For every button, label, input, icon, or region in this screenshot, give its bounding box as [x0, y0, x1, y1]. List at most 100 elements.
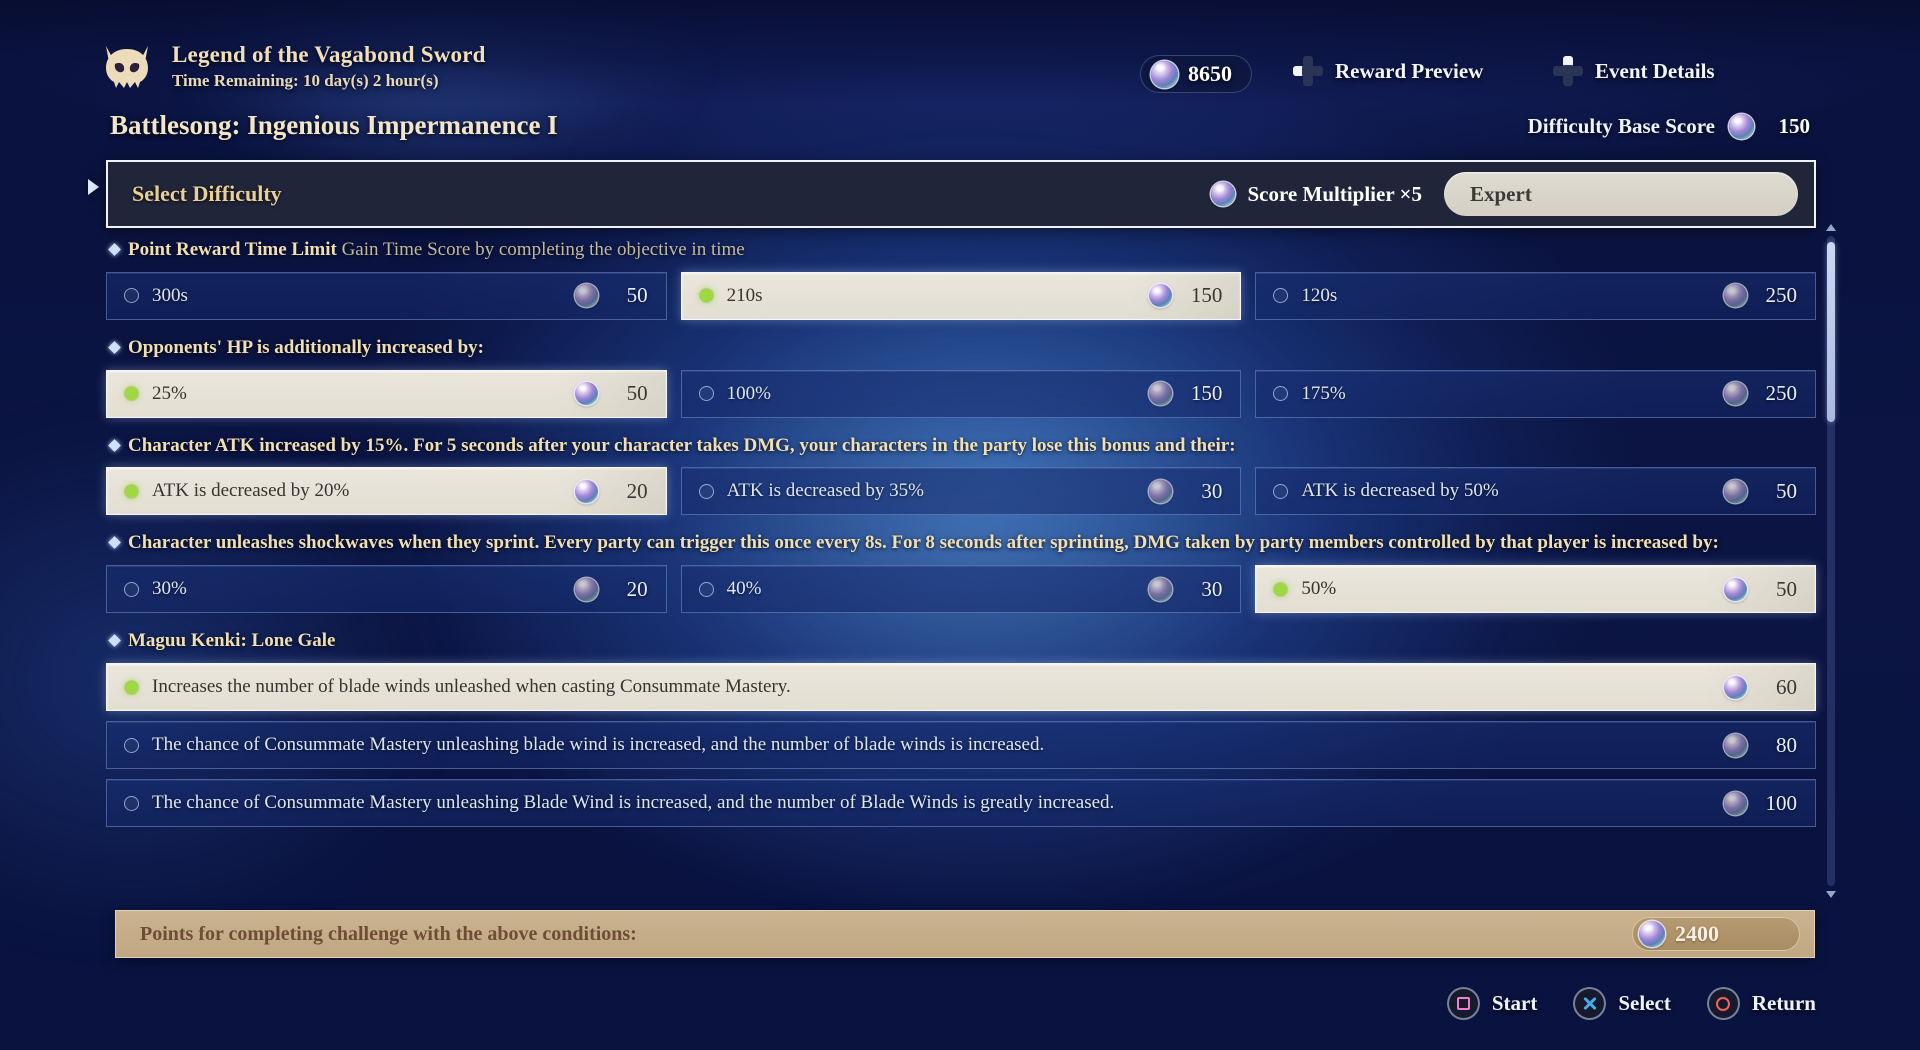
condition-option-label: ATK is decreased by 50% — [1301, 480, 1499, 502]
currency-amount: 8650 — [1188, 61, 1232, 86]
radio-unselected-icon[interactable] — [124, 288, 139, 304]
condition-option-score: 100 — [1724, 791, 1797, 816]
condition-option-row: 30% 20 40% 30 50% 50 — [106, 565, 1817, 614]
radio-unselected-icon[interactable] — [698, 483, 714, 499]
condition-heading-main: Opponents' HP is additionally increased … — [128, 336, 484, 358]
diamond-bullet-icon — [108, 340, 121, 354]
condition-option[interactable]: 175% 250 — [1255, 369, 1817, 418]
condition-option-score: 250 — [1724, 381, 1797, 406]
condition-option-score: 50 — [1704, 566, 1816, 613]
diamond-bullet-icon — [108, 634, 121, 648]
points-summary-label: Points for completing challenge with the… — [140, 922, 637, 945]
condition-option[interactable]: 40% 30 — [680, 565, 1242, 614]
dpad-left-icon — [1293, 56, 1323, 86]
radio-unselected-icon[interactable] — [1273, 386, 1289, 402]
condition-option[interactable]: ATK is decreased by 35% 30 — [680, 467, 1242, 516]
radio-unselected-icon[interactable] — [1273, 288, 1289, 304]
reward-preview-button[interactable]: Reward Preview — [1293, 56, 1483, 86]
circle-button-icon[interactable] — [1706, 987, 1740, 1020]
condition-option[interactable]: The chance of Consummate Mastery unleash… — [106, 721, 1816, 770]
score-orb-icon — [1149, 284, 1173, 308]
reward-preview-label: Reward Preview — [1335, 58, 1484, 83]
square-button-icon[interactable] — [1446, 987, 1480, 1020]
condition-option-label: Increases the number of blade winds unle… — [152, 676, 791, 698]
condition-option-label: 100% — [726, 382, 771, 404]
condition-heading: Point Reward Time Limit Gain Time Score … — [106, 232, 1766, 272]
radio-selected-icon[interactable] — [124, 483, 139, 499]
condition-option[interactable]: The chance of Consummate Mastery unleash… — [106, 779, 1816, 828]
event-time-remaining: Time Remaining: 10 day(s) 2 hour(s) — [172, 71, 439, 90]
action-start-button[interactable]: Start — [1446, 987, 1537, 1020]
score-orb-icon — [1211, 182, 1236, 206]
top-bar: Legend of the Vagabond Sword Time Remain… — [0, 0, 1920, 104]
radio-selected-icon[interactable] — [124, 386, 139, 402]
condition-option[interactable]: ATK is decreased by 20% 20 — [106, 467, 667, 516]
score-multiplier-label: Score Multiplier ×5 — [1247, 181, 1422, 206]
condition-option-score-value: 80 — [1776, 732, 1797, 757]
condition-option-label: ATK is decreased by 20% — [152, 480, 350, 502]
radio-unselected-icon[interactable] — [1273, 483, 1289, 499]
condition-option-label: The chance of Consummate Mastery unleash… — [152, 792, 1115, 814]
score-orb-icon — [574, 479, 598, 503]
difficulty-value-dropdown[interactable]: Expert — [1444, 172, 1798, 216]
condition-option[interactable]: 30% 20 — [106, 565, 667, 614]
condition-option-score-value: 20 — [626, 576, 648, 601]
condition-option-row: ATK is decreased by 20% 20 ATK is decrease… — [106, 467, 1817, 516]
radio-unselected-icon[interactable] — [698, 386, 714, 402]
condition-option-row: Increases the number of blade winds unle… — [106, 663, 1816, 828]
page-title: Battlesong: Ingenious Impermanence I — [110, 110, 558, 140]
score-orb-icon — [574, 382, 598, 406]
diamond-bullet-icon — [108, 243, 121, 256]
condition-option-score-value: 250 — [1765, 381, 1798, 406]
radio-selected-icon[interactable] — [698, 288, 714, 304]
condition-group: Maguu Kenki: Lone Gale Increases the numb… — [106, 623, 1816, 828]
condition-option[interactable]: 120s 250 — [1255, 271, 1817, 320]
radio-selected-icon[interactable] — [124, 679, 139, 695]
radio-unselected-icon[interactable] — [124, 795, 139, 811]
condition-option[interactable]: 100% 150 — [680, 369, 1242, 418]
action-label: Return — [1751, 991, 1816, 1015]
scroll-up-arrow-icon[interactable] — [1826, 224, 1836, 231]
condition-option-score: 60 — [1704, 664, 1815, 711]
action-label: Select — [1618, 991, 1671, 1015]
condition-option[interactable]: Increases the number of blade winds unle… — [106, 663, 1816, 712]
scrollbar[interactable] — [1826, 224, 1836, 898]
condition-option-score-value: 20 — [626, 478, 648, 503]
circle-glyph-icon — [1716, 996, 1731, 1011]
scroll-down-arrow-icon[interactable] — [1826, 891, 1836, 898]
event-details-button[interactable]: Event Details — [1553, 56, 1715, 86]
action-select-button[interactable]: Select — [1573, 987, 1671, 1020]
radio-selected-icon[interactable] — [1273, 581, 1289, 597]
select-difficulty-bar[interactable]: Select Difficulty Score Multiplier ×5 Ex… — [106, 160, 1816, 228]
condition-group: Opponents' HP is additionally increased … — [106, 330, 1817, 418]
condition-option[interactable]: ATK is decreased by 50% 50 — [1255, 467, 1817, 516]
points-summary-value: 2400 — [1675, 921, 1719, 946]
action-return-button[interactable]: Return — [1706, 987, 1816, 1020]
radio-unselected-icon[interactable] — [698, 581, 714, 597]
radio-unselected-icon[interactable] — [124, 737, 139, 753]
condition-heading-main: Character unleashes shockwaves when they… — [128, 532, 1719, 554]
condition-heading-sub: Gain Time Score by completing the object… — [341, 239, 745, 260]
condition-option-label: 30% — [152, 578, 187, 600]
score-orb-icon — [1639, 921, 1665, 947]
condition-heading: Maguu Kenki: Lone Gale — [106, 623, 1766, 663]
condition-heading: Opponents' HP is additionally increased … — [106, 330, 1766, 370]
condition-option[interactable]: 300s 50 — [106, 271, 667, 320]
condition-option-row: 300s 50 210s 150 120s 250 — [106, 271, 1817, 320]
radio-unselected-icon[interactable] — [124, 581, 139, 597]
condition-option-score: 50 — [1724, 479, 1797, 504]
scrollbar-thumb[interactable] — [1827, 242, 1835, 422]
score-orb-icon — [1724, 791, 1747, 815]
condition-option[interactable]: 50% 50 — [1255, 565, 1817, 614]
points-summary-bar: Points for completing challenge with the… — [115, 910, 1815, 958]
condition-option-label: 210s — [726, 284, 763, 306]
condition-option[interactable]: 25% 50 — [106, 369, 667, 418]
difficulty-value-text: Expert — [1470, 181, 1532, 206]
square-glyph-icon — [1456, 997, 1470, 1010]
score-orb-icon — [1149, 479, 1173, 503]
condition-option[interactable]: 210s 150 — [680, 271, 1242, 320]
score-orb-icon — [1729, 114, 1754, 139]
cross-button-icon[interactable] — [1573, 987, 1607, 1020]
condition-option-score-value: 50 — [626, 381, 648, 406]
triangle-right-icon[interactable] — [88, 179, 99, 195]
